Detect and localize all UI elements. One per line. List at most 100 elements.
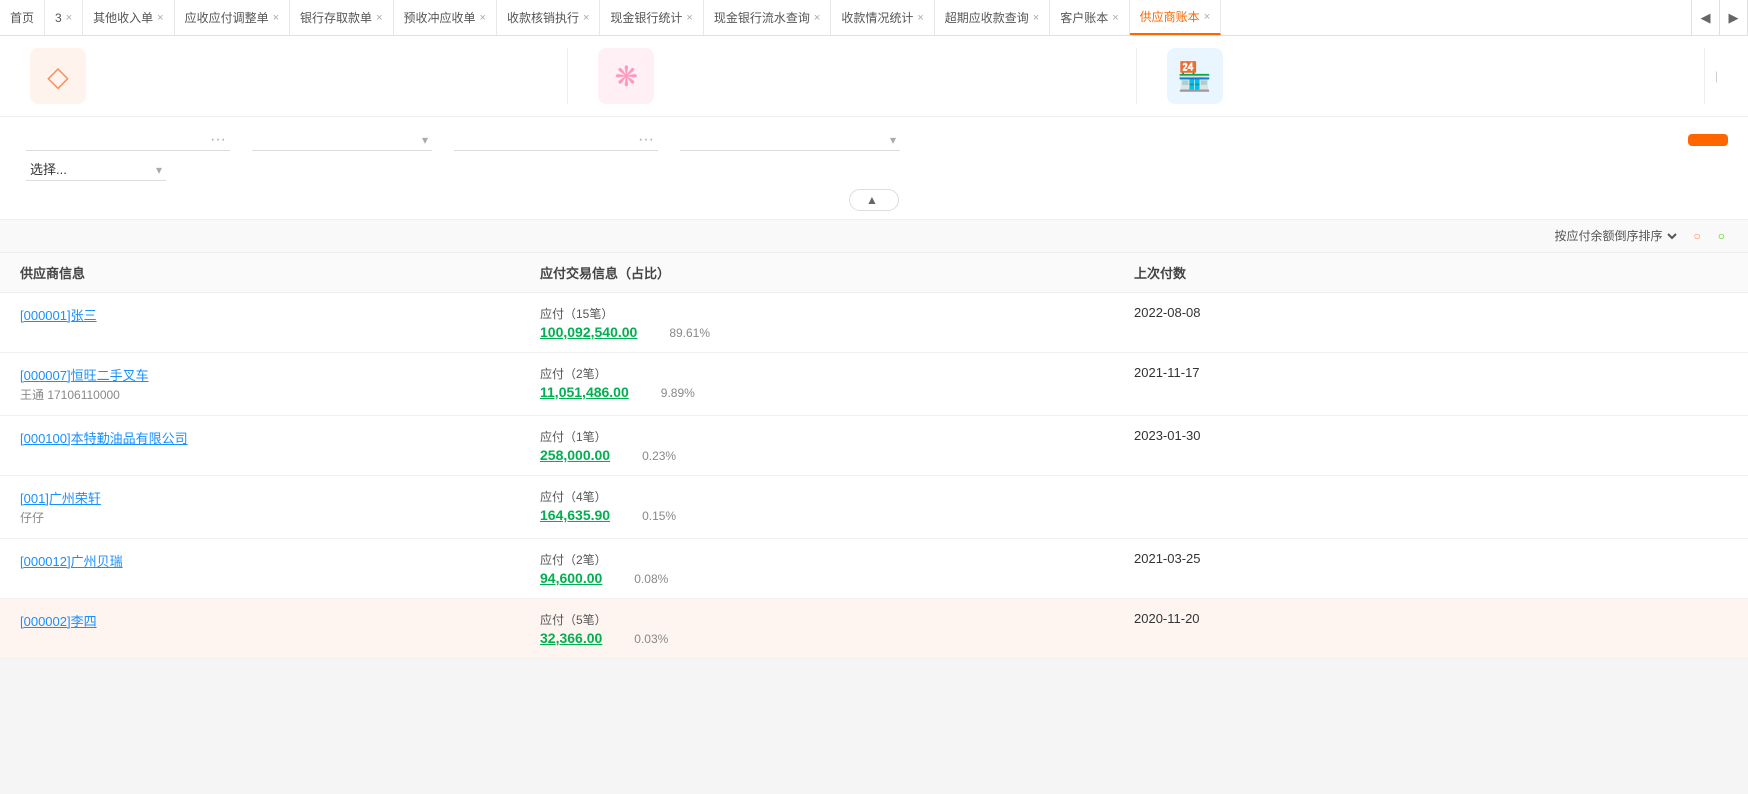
supplier-link[interactable]: [000007]恒旺二手叉车 xyxy=(20,368,149,383)
nav-tab-receipt-stat[interactable]: 收款情况统计× xyxy=(831,0,934,35)
close-tab-icon[interactable]: × xyxy=(814,12,820,24)
balance-select[interactable]: 选择... xyxy=(26,159,166,181)
nav-prev-button[interactable]: ◀ xyxy=(1692,0,1720,36)
nav-tab-home[interactable]: 首页 xyxy=(0,0,45,35)
ap-amount[interactable]: 258,000.00 xyxy=(540,447,610,463)
filter-dept: ▾ xyxy=(246,129,432,151)
data-table: 供应商信息 应付交易信息（占比） 上次付数 [000001]张三 应付（15笔） 1… xyxy=(0,253,1748,659)
supplier-sub-info: 王通 17106110000 xyxy=(20,386,540,403)
table-row: [000012]广州贝瑞 应付（2笔） 94,600.00 0.08% 2021-03-… xyxy=(0,539,1748,599)
nav-arrows: ◀ ▶ xyxy=(1691,0,1748,36)
category-select-wrap: ▾ xyxy=(680,129,900,151)
col-header-supplier: 供应商信息 xyxy=(20,263,540,282)
filter-row-2: 选择... ▾ xyxy=(20,159,1728,181)
close-tab-icon[interactable]: × xyxy=(376,12,382,24)
balance-select-wrap: 选择... ▾ xyxy=(26,159,166,181)
ap-note: 应付（4笔） xyxy=(540,488,1134,505)
close-tab-icon[interactable]: × xyxy=(1112,12,1118,24)
category-select[interactable] xyxy=(680,129,900,151)
table-row: [000100]本特勤油品有限公司 应付（1笔） 258,000.00 0.23% 20… xyxy=(0,416,1748,476)
ap-percentage: 9.89% xyxy=(661,386,695,400)
close-tab-icon[interactable]: × xyxy=(1204,11,1210,23)
last-pay-date: 2023-01-30 xyxy=(1134,428,1728,443)
ap-note: 应付（15笔） xyxy=(540,305,1134,322)
close-tab-icon[interactable]: × xyxy=(917,12,923,24)
supplier-input[interactable] xyxy=(26,129,230,151)
ap-percentage: 0.23% xyxy=(642,449,676,463)
dept-select-wrap: ▾ xyxy=(252,129,432,151)
nav-tab-prepay-ar[interactable]: 预收冲应收单× xyxy=(394,0,497,35)
ap-amount[interactable]: 32,366.00 xyxy=(540,630,602,646)
supplier-link[interactable]: [000002]李四 xyxy=(20,614,97,629)
person-dots-icon[interactable]: ··· xyxy=(638,131,654,149)
filter-supplier: ··· xyxy=(20,129,230,151)
ap-amount[interactable]: 11,051,486.00 xyxy=(540,384,629,400)
ap-note: 应付（2笔） xyxy=(540,365,1134,382)
nav-tab-cash-bank-stat[interactable]: 现金银行统计× xyxy=(600,0,703,35)
table-header: 供应商信息 应付交易信息（占比） 上次付数 xyxy=(0,253,1748,293)
ap-note: 应付（5笔） xyxy=(540,611,1134,628)
nav-tab-other-income[interactable]: 其他收入单× xyxy=(83,0,174,35)
table-row: [000007]恒旺二手叉车王通 17106110000应付（2笔） 11,051… xyxy=(0,353,1748,416)
nav-next-button[interactable]: ▶ xyxy=(1720,0,1748,36)
close-tab-icon[interactable]: × xyxy=(66,12,72,24)
summary-card-2: ❋ xyxy=(568,48,1136,104)
table-row: [000001]张三应付（15笔）100,092,540.0089.61%202… xyxy=(0,293,1748,353)
supplier-link[interactable]: [000001]张三 xyxy=(20,308,97,323)
table-row: [000002]李四应付（5笔）32,366.000.03%2020-11-20 xyxy=(0,599,1748,659)
nav-tab-supplier-ledger[interactable]: 供应商账本× xyxy=(1130,0,1221,35)
person-input[interactable] xyxy=(454,129,658,151)
ap-note: 应付（1笔） xyxy=(540,428,1134,445)
close-tab-icon[interactable]: × xyxy=(480,12,486,24)
close-tab-icon[interactable]: × xyxy=(157,12,163,24)
supplier-info-cell: [000012]广州贝瑞 xyxy=(20,551,540,570)
supplier-link[interactable]: [000100]本特勤油品有限公司 xyxy=(20,431,188,446)
ap-percentage: 0.15% xyxy=(642,509,676,523)
filter-area: ··· ▾ ··· xyxy=(0,117,1748,220)
refresh-button[interactable]: ○ xyxy=(1718,229,1728,243)
ap-amount[interactable]: 94,600.00 xyxy=(540,570,602,586)
summary-card-3: 🏪 xyxy=(1137,48,1705,104)
ap-percentage: 89.61% xyxy=(669,326,710,340)
filter-row-1: ··· ▾ ··· xyxy=(20,129,1728,151)
nav-tab-receipt-exec[interactable]: 收款核销执行× xyxy=(497,0,600,35)
nav-tab-ar-ap-adjust[interactable]: 应收应付调整单× xyxy=(175,0,290,35)
close-tab-icon[interactable]: × xyxy=(1033,12,1039,24)
supplier-link[interactable]: [000012]广州贝瑞 xyxy=(20,554,123,569)
query-button[interactable] xyxy=(1688,134,1728,146)
nav-tab-bank-deposit[interactable]: 银行存取款单× xyxy=(290,0,393,35)
supplier-sub-info: 仔仔 xyxy=(20,509,540,526)
supplier-link[interactable]: [001]广州荣轩 xyxy=(20,491,101,506)
export-button[interactable]: ○ xyxy=(1694,229,1704,243)
sort-select[interactable]: 按应付余额倒序排序 xyxy=(1551,228,1680,244)
summary-card-1: ◇ xyxy=(20,48,568,104)
nav-tab-overdue-ar[interactable]: 超期应收款查询× xyxy=(935,0,1050,35)
nav-tab-cash-bank-flow[interactable]: 现金银行流水查询× xyxy=(704,0,831,35)
ap-info-cell: 应付（2笔） 11,051,486.00 9.89% xyxy=(540,365,1134,400)
ap-info-cell: 应付（2笔） 94,600.00 0.08% xyxy=(540,551,1134,586)
close-tab-icon[interactable]: × xyxy=(583,12,589,24)
col-header-ap: 应付交易信息（占比） xyxy=(540,263,1134,282)
col-header-last-pay: 上次付数 xyxy=(1134,263,1728,282)
ap-amount[interactable]: 100,092,540.00 xyxy=(540,324,637,340)
supplier-dots-icon[interactable]: ··· xyxy=(210,131,226,149)
last-pay-date: 2021-03-25 xyxy=(1134,551,1728,566)
store-icon: 🏪 xyxy=(1167,48,1223,104)
table-row: [001]广州荣轩仔仔应付（4笔） 164,635.90 0.15% xyxy=(0,476,1748,539)
close-tab-icon[interactable]: × xyxy=(273,12,279,24)
ap-note: 应付（2笔） xyxy=(540,551,1134,568)
top-nav: 首页3×其他收入单×应收应付调整单×银行存取款单×预收冲应收单×收款核销执行×现… xyxy=(0,0,1748,36)
nav-tab-customer-ledger[interactable]: 客户账本× xyxy=(1050,0,1129,35)
supplier-input-wrap: ··· xyxy=(26,129,230,151)
dept-select[interactable] xyxy=(252,129,432,151)
collapse-button[interactable]: ▲ xyxy=(849,189,899,211)
filter-balance: 选择... ▾ xyxy=(20,159,166,181)
ap-percentage: 0.08% xyxy=(634,572,668,586)
ap-info-cell: 应付（5笔）32,366.000.03% xyxy=(540,611,1134,646)
close-tab-icon[interactable]: × xyxy=(686,12,692,24)
nav-tab-tab3[interactable]: 3× xyxy=(45,0,83,35)
ap-amount[interactable]: 164,635.90 xyxy=(540,507,610,523)
last-pay-date: 2020-11-20 xyxy=(1134,611,1728,626)
collapse-up-icon: ▲ xyxy=(866,193,878,207)
ap-info-cell: 应付（4笔） 164,635.90 0.15% xyxy=(540,488,1134,523)
